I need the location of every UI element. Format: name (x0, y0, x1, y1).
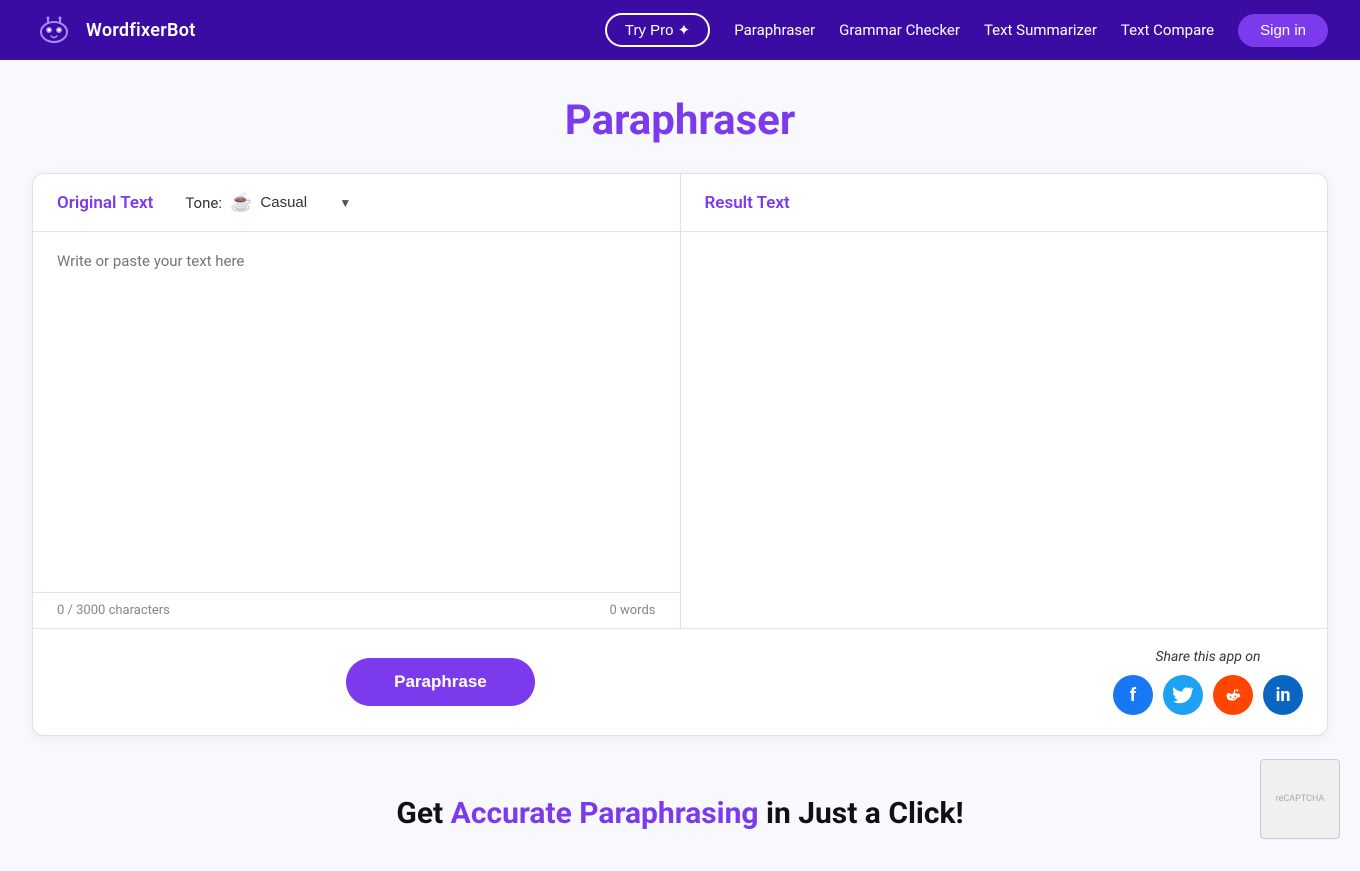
panel-header-left: Original Text Tone: ☕ Casual Formal Crea… (33, 174, 681, 231)
share-facebook-button[interactable]: f (1113, 675, 1153, 715)
navbar-right: Try Pro ✦ Paraphraser Grammar Checker Te… (605, 13, 1328, 47)
tone-icon: ☕ (230, 192, 252, 213)
page-title-section: Paraphraser (0, 60, 1360, 173)
tone-select[interactable]: Casual Formal Creative Standard Fluency (260, 194, 337, 211)
nav-link-paraphraser[interactable]: Paraphraser (734, 21, 815, 39)
original-text-label: Original Text (57, 193, 153, 213)
bottom-text-start: Get (396, 796, 450, 831)
share-section: Share this app on f in (1113, 649, 1303, 715)
navbar: WordfixerBot Try Pro ✦ Paraphraser Gramm… (0, 0, 1360, 60)
logo-icon (32, 8, 76, 52)
action-row: Paraphrase Share this app on f (33, 628, 1327, 735)
action-row-inner: Paraphrase Share this app on f (57, 649, 1303, 715)
char-count: 0 / 3000 characters (57, 603, 170, 618)
panel-header-right: Result Text (681, 174, 1328, 231)
original-text-input[interactable] (33, 232, 680, 592)
navbar-left: WordfixerBot (32, 8, 196, 52)
panel-left: 0 / 3000 characters 0 words (33, 232, 681, 628)
result-text-label: Result Text (705, 193, 790, 213)
result-text-output (681, 232, 1328, 628)
panels-header: Original Text Tone: ☕ Casual Formal Crea… (33, 174, 1327, 232)
bottom-section: Get Accurate Paraphrasing in Just a Clic… (0, 736, 1360, 871)
tone-label: Tone: (185, 194, 222, 212)
nav-link-text-summarizer[interactable]: Text Summarizer (984, 21, 1097, 39)
nav-link-text-compare[interactable]: Text Compare (1121, 21, 1214, 39)
share-icons: f in (1113, 675, 1303, 715)
word-count: 0 words (609, 603, 655, 618)
panel-right (681, 232, 1328, 628)
share-linkedin-button[interactable]: in (1263, 675, 1303, 715)
captcha-widget[interactable]: reCAPTCHA (1260, 759, 1340, 839)
sign-in-button[interactable]: Sign in (1238, 14, 1328, 47)
share-reddit-button[interactable] (1213, 675, 1253, 715)
chevron-down-icon: ▼ (339, 196, 351, 210)
page-title: Paraphraser (0, 96, 1360, 145)
share-twitter-button[interactable] (1163, 675, 1203, 715)
tone-wrapper: Casual Formal Creative Standard Fluency … (260, 194, 351, 211)
try-pro-button[interactable]: Try Pro ✦ (605, 13, 710, 47)
nav-link-grammar-checker[interactable]: Grammar Checker (839, 21, 960, 39)
share-label: Share this app on (1155, 649, 1260, 665)
bottom-text-end: in Just a Click! (759, 796, 964, 831)
main-card: Original Text Tone: ☕ Casual Formal Crea… (32, 173, 1328, 736)
panels-body: 0 / 3000 characters 0 words (33, 232, 1327, 628)
brand-name: WordfixerBot (86, 20, 196, 41)
paraphrase-button[interactable]: Paraphrase (346, 658, 535, 706)
panel-footer: 0 / 3000 characters 0 words (33, 592, 680, 628)
tone-selector: Tone: ☕ Casual Formal Creative Standard … (185, 192, 351, 213)
bottom-text-accent: Accurate Paraphrasing (451, 796, 759, 831)
